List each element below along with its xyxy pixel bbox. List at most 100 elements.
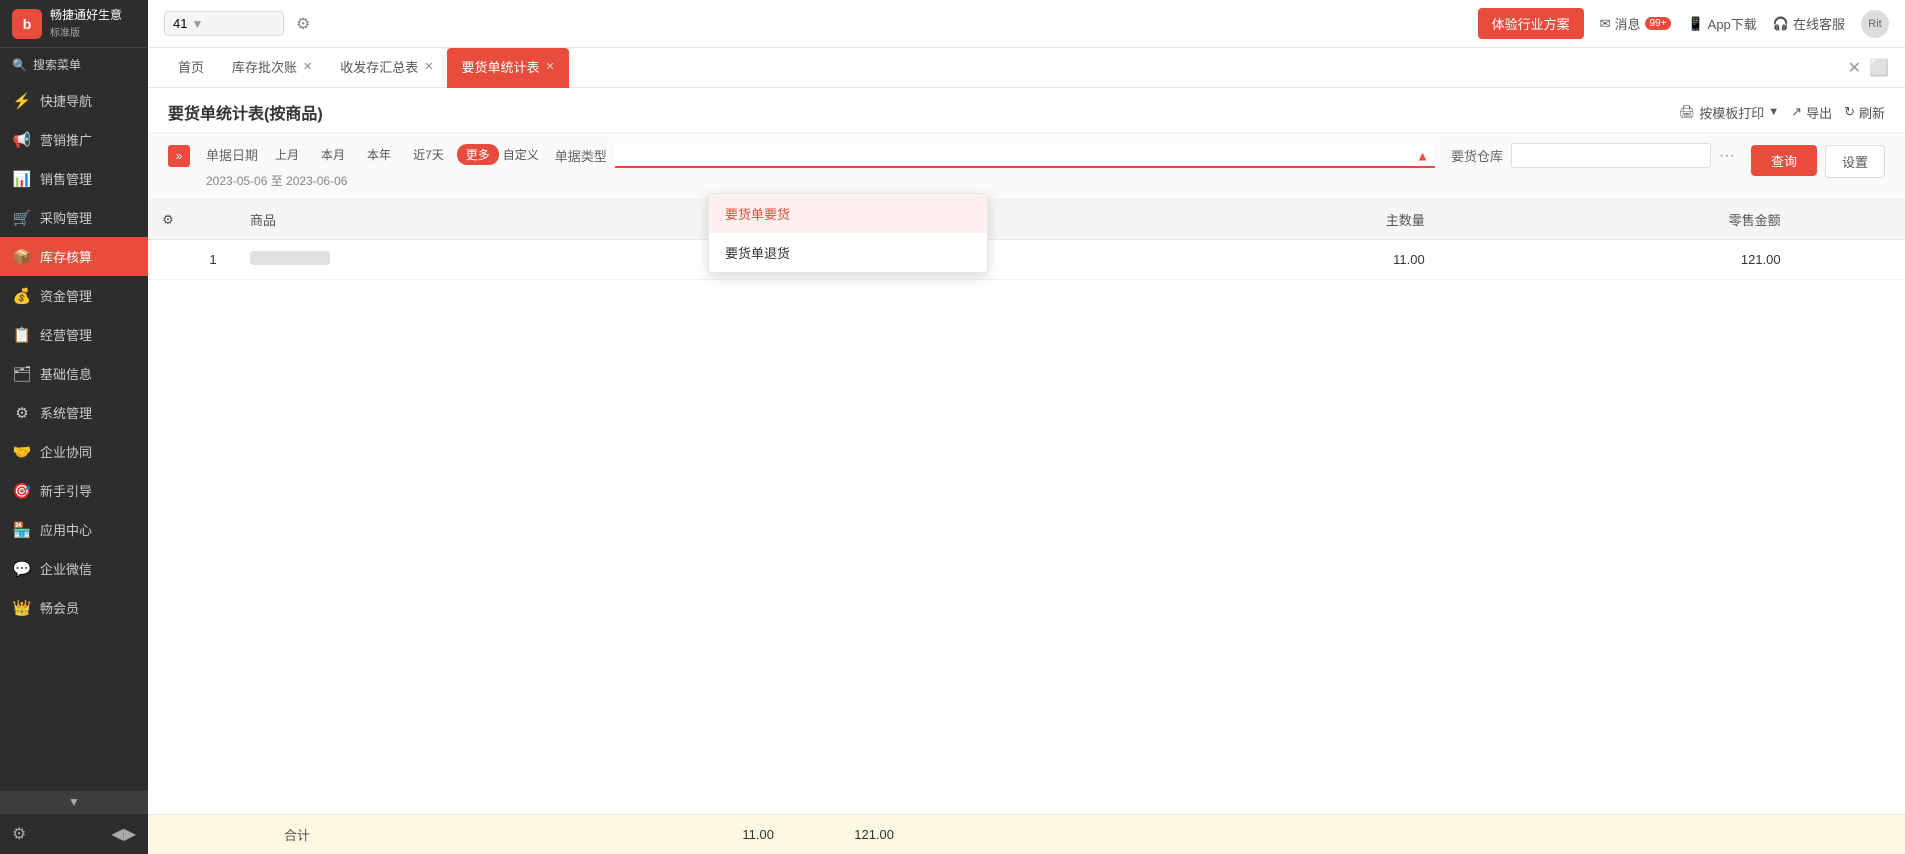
filter-bar: » 单据日期 上月 本月 本年 近7天 更多 自定义 2023-05-06 至 … <box>148 133 1905 200</box>
sidebar-item-guide[interactable]: 🎯 新手引导 <box>0 471 148 510</box>
sidebar-item-basic[interactable]: 🗂 基础信息 <box>0 354 148 393</box>
tab-receive-close[interactable]: ✕ <box>424 60 433 73</box>
date-pill-more[interactable]: 更多 <box>457 144 499 165</box>
date-pill-last-month[interactable]: 上月 <box>266 143 308 166</box>
warehouse-input[interactable] <box>1511 143 1711 168</box>
column-settings-button[interactable]: 设置 <box>1825 145 1885 178</box>
date-range-text: 2023-05-06 至 2023-06-06 <box>206 172 539 189</box>
search-menu[interactable]: 🔍 搜索菜单 <box>0 48 148 81</box>
print-label: 按模板打印 <box>1699 103 1764 122</box>
settings-icon[interactable]: ⚙ <box>12 824 26 844</box>
tab-order-stats[interactable]: 要货单统计表 ✕ <box>447 48 568 88</box>
operations-icon: 📋 <box>12 326 32 344</box>
table-footer: 合计 11.00 121.00 <box>148 814 1905 854</box>
tabs-bar: 首页 库存批次账 ✕ 收发存汇总表 ✕ 要货单统计表 ✕ ✕ ⬜ <box>148 48 1905 88</box>
messages-action[interactable]: ✉ 消息 99+ <box>1600 14 1672 33</box>
sidebar-item-finance[interactable]: 💰 资金管理 <box>0 276 148 315</box>
dropdown-item-yh[interactable]: 要货单要货 <box>709 194 987 233</box>
sidebar-item-label: 企业协同 <box>40 442 92 461</box>
sidebar-item-label: 采购管理 <box>40 208 92 227</box>
tab-home[interactable]: 首页 <box>164 48 218 88</box>
sidebar-item-sales[interactable]: 📊 销售管理 <box>0 159 148 198</box>
footer-label: 合计 <box>284 825 310 844</box>
type-select-input[interactable] <box>615 143 1435 168</box>
filter-action-buttons: 查询 设置 <box>1751 143 1885 178</box>
tab-order-close[interactable]: ✕ <box>546 60 555 73</box>
page-content: 要货单统计表(按商品) 🖨 按模板打印 ▼ ↗ 导出 ↻ 刷新 <box>148 88 1905 854</box>
sidebar-item-label: 新手引导 <box>40 481 92 500</box>
chevron-down-icon: ▼ <box>1768 106 1779 118</box>
date-custom-link[interactable]: 自定义 <box>503 146 539 163</box>
sidebar-item-quick-nav[interactable]: ⚡ 快捷导航 <box>0 81 148 120</box>
sidebar-item-label: 企业微信 <box>40 559 92 578</box>
refresh-label: 刷新 <box>1859 103 1885 122</box>
footer-amount: 121.00 <box>794 827 894 842</box>
sidebar-item-label: 快捷导航 <box>40 91 92 110</box>
sidebar-item-system[interactable]: ⚙ 系统管理 <box>0 393 148 432</box>
print-button[interactable]: 🖨 按模板打印 ▼ <box>1679 103 1779 122</box>
sidebar-item-label: 库存核算 <box>40 247 92 266</box>
more-options-icon[interactable]: ··· <box>1719 147 1735 165</box>
chevron-down-icon: ▼ <box>191 17 203 31</box>
trial-button[interactable]: 体验行业方案 <box>1478 8 1584 39</box>
th-goods: 商品 <box>238 200 725 240</box>
collapse-icon[interactable]: ◀▶ <box>111 824 136 844</box>
td-goods <box>238 240 725 280</box>
date-pill-this-year[interactable]: 本年 <box>358 143 400 166</box>
sidebar-scroll-down[interactable]: ▼ <box>0 791 148 813</box>
date-filter-label: 单据日期 <box>206 145 258 164</box>
tab-receive-summary[interactable]: 收发存汇总表 ✕ <box>326 48 447 88</box>
sidebar-item-appstore[interactable]: 🏪 应用中心 <box>0 510 148 549</box>
online-service-action[interactable]: 🎧 在线客服 <box>1773 14 1845 33</box>
date-pill-this-month[interactable]: 本月 <box>312 143 354 166</box>
sidebar-nav: ⚡ 快捷导航 📢 营销推广 📊 销售管理 🛒 采购管理 📦 库存核算 💰 资金管… <box>0 81 148 791</box>
warehouse-label: 要货仓库 <box>1451 146 1503 165</box>
th-settings[interactable]: ⚙ <box>148 200 188 240</box>
date-pills: 上月 本月 本年 近7天 更多 自定义 <box>266 143 539 166</box>
footer-total-label: 合计 <box>214 825 654 844</box>
maximize-icon[interactable]: ⬜ <box>1869 58 1889 78</box>
date-pill-7days[interactable]: 近7天 <box>404 143 453 166</box>
sidebar-item-operations[interactable]: 📋 经营管理 <box>0 315 148 354</box>
sidebar-item-label: 销售管理 <box>40 169 92 188</box>
close-window-icon[interactable]: ✕ <box>1848 58 1861 78</box>
td-no: 1 <box>188 240 238 280</box>
export-button[interactable]: ↗ 导出 <box>1791 103 1832 122</box>
sidebar-item-wechat[interactable]: 💬 企业微信 <box>0 549 148 588</box>
sidebar-item-purchase[interactable]: 🛒 采购管理 <box>0 198 148 237</box>
app-logo: b 畅捷通好生意 标准版 <box>0 0 148 48</box>
logo-name: 畅捷通好生意 <box>50 8 122 24</box>
logo-icon: b <box>12 9 42 39</box>
type-chevron-icon[interactable]: ▲ <box>1416 148 1429 163</box>
th-amount: 零售金额 <box>1437 200 1793 240</box>
filter-expand-button[interactable]: » <box>168 145 190 167</box>
sidebar-item-cooperation[interactable]: 🤝 企业协同 <box>0 432 148 471</box>
goods-placeholder <box>250 251 330 265</box>
settings-icon[interactable]: ⚙ <box>296 14 310 34</box>
sidebar-item-member[interactable]: 👑 畅会员 <box>0 588 148 627</box>
data-table: ⚙ 商品 主计量单位 主数量 零售金额 1 <box>148 200 1905 280</box>
query-button[interactable]: 查询 <box>1751 145 1817 176</box>
marketing-icon: 📢 <box>12 131 32 149</box>
sidebar-item-marketing[interactable]: 📢 营销推广 <box>0 120 148 159</box>
tab-batch-account[interactable]: 库存批次账 ✕ <box>218 48 326 88</box>
th-extra <box>1793 200 1905 240</box>
sidebar-item-label: 系统管理 <box>40 403 92 422</box>
online-service-label: 在线客服 <box>1793 14 1845 33</box>
sales-icon: 📊 <box>12 170 32 188</box>
tab-batch-close[interactable]: ✕ <box>303 60 312 73</box>
finance-icon: 💰 <box>12 287 32 305</box>
dropdown-item-th[interactable]: 要货单退货 <box>709 233 987 272</box>
wechat-icon: 💬 <box>12 560 32 578</box>
tab-receive-label: 收发存汇总表 <box>340 57 418 76</box>
store-selector[interactable]: 41 ▼ <box>164 11 284 36</box>
app-download-action[interactable]: 📱 App下载 <box>1687 14 1756 33</box>
export-icon: ↗ <box>1791 104 1802 120</box>
td-extra <box>1793 240 1905 280</box>
tab-batch-account-label: 库存批次账 <box>232 57 297 76</box>
user-avatar[interactable]: Rit <box>1861 10 1889 38</box>
sidebar-item-label: 营销推广 <box>40 130 92 149</box>
column-settings-icon: ⚙ <box>162 212 174 227</box>
refresh-button[interactable]: ↻ 刷新 <box>1844 103 1885 122</box>
sidebar-item-inventory[interactable]: 📦 库存核算 <box>0 237 148 276</box>
